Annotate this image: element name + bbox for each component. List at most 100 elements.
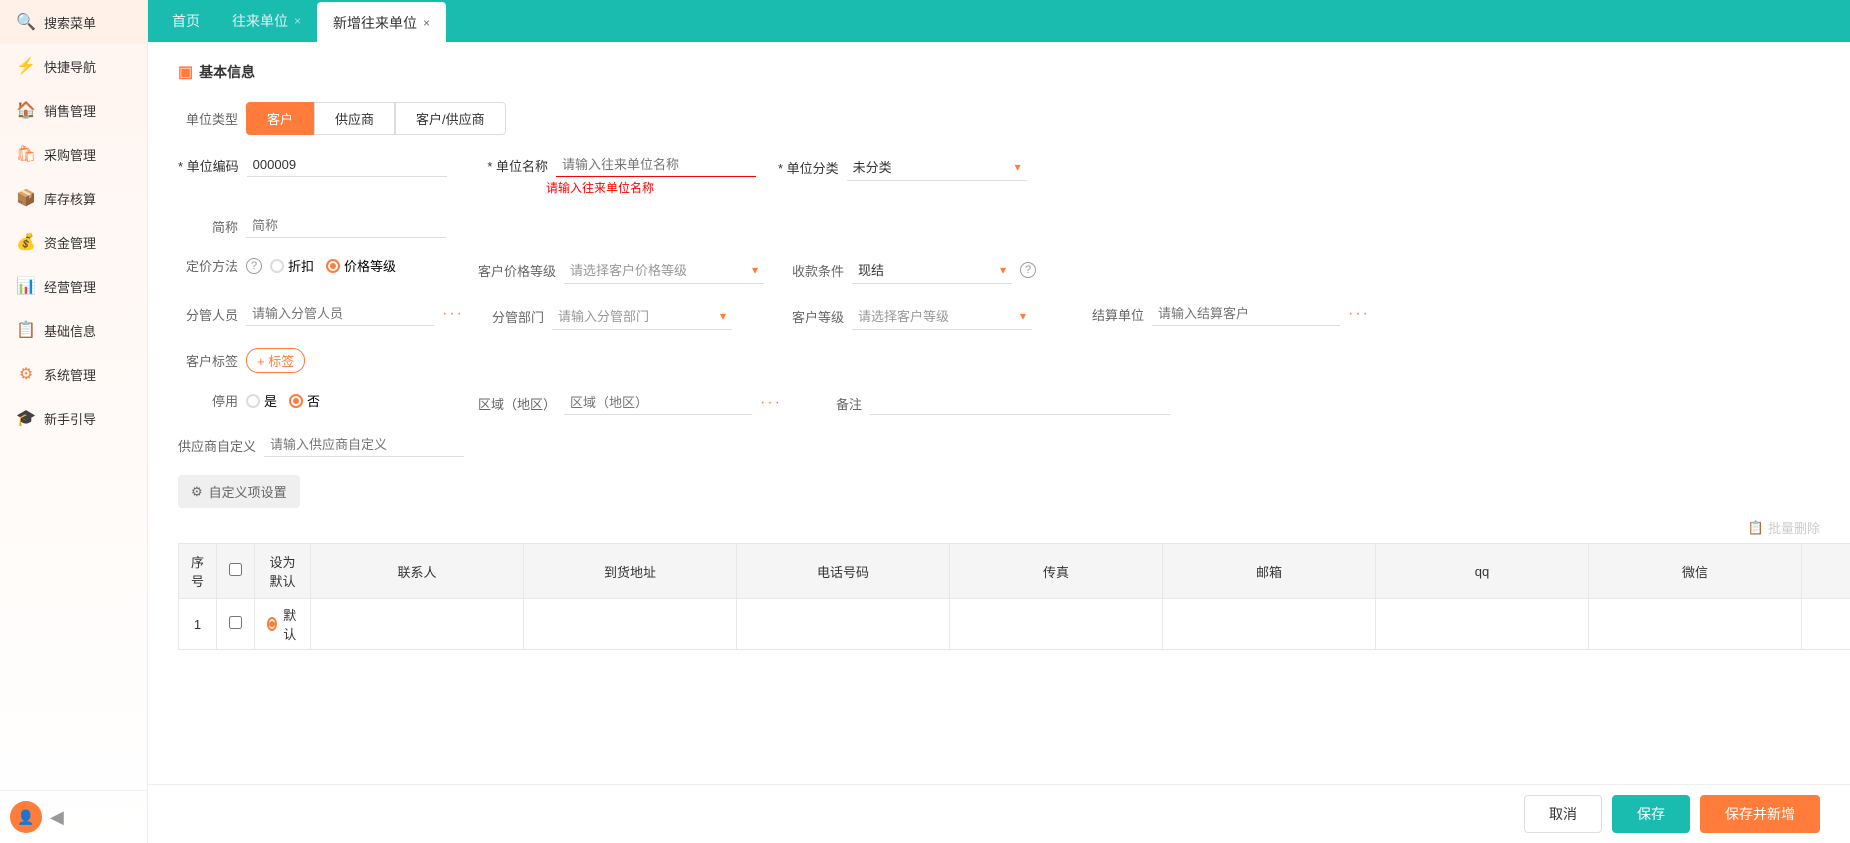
sidebar-label-sales: 销售管理 [44,101,96,120]
sidebar-label-operations: 经营管理 [44,277,96,296]
sidebar-item-inventory[interactable]: 📦 库存核算 [0,176,147,220]
row-email[interactable] [1163,599,1376,650]
unit-name-input[interactable] [556,153,756,177]
pricing-help-icon[interactable]: ? [246,258,262,274]
tab-new-partner-close[interactable]: × [423,16,430,30]
sidebar-collapse-icon[interactable]: ◀ [50,807,64,828]
col-checkbox [217,544,255,599]
department-select[interactable]: 请输入分管部门 ▾ [552,302,732,330]
unit-category-value: 未分类 [853,157,1011,176]
table-row: 1 默认 [179,599,1850,650]
row-fax-input[interactable] [962,613,1150,636]
row-fax[interactable] [950,599,1163,650]
settlement-input[interactable] [1152,302,1340,326]
row-contact[interactable] [311,599,524,650]
save-and-new-button[interactable]: 保存并新增 [1700,795,1820,833]
customer-price-group: 客户价格等级 请选择客户价格等级 ▾ [478,256,764,284]
settlement-dots[interactable]: ··· [1348,305,1370,323]
col-seq: 序号 [179,544,217,599]
tab-partners-close[interactable]: × [294,14,301,28]
supplier-custom-input[interactable] [264,433,464,457]
sidebar-item-sales[interactable]: 🏠 销售管理 [0,88,147,132]
radio-discount[interactable]: 折扣 [270,256,314,275]
manager-group: 分管人员 ··· [178,302,464,326]
disabled-radio-group: 是 否 [246,391,320,410]
sidebar-item-quick-nav[interactable]: ⚡ 快捷导航 [0,44,147,88]
radio-price-level[interactable]: 价格等级 [326,256,396,275]
user-avatar[interactable]: 👤 [10,801,42,833]
table-section: ⚙ 自定义项设置 📋 批量删除 序号 设为默认 联系人 到货地址 电话号码 传真 [178,475,1820,650]
pricing-label: 定价方法 [178,256,238,275]
manager-input[interactable] [246,302,434,326]
save-button[interactable]: 保存 [1612,795,1690,833]
sidebar-bottom: 👤 ◀ [0,790,147,843]
btn-supplier[interactable]: 供应商 [314,102,395,135]
region-label: 区域（地区） [478,394,556,413]
row-checkbox[interactable] [229,616,242,629]
row-phone-input[interactable] [749,613,937,636]
batch-delete-label: 批量删除 [1768,518,1820,537]
payment-terms-select[interactable]: 现结 ▾ [852,256,1012,284]
btn-customer[interactable]: 客户 [246,102,314,135]
sidebar-item-basic[interactable]: 📋 基础信息 [0,308,147,352]
tab-new-partner[interactable]: 新增往来单位 × [317,2,446,44]
cancel-button[interactable]: 取消 [1524,795,1602,833]
section-title-text: 基本信息 [199,62,255,82]
row-email-input[interactable] [1175,613,1363,636]
tag-label: 客户标签 [178,351,238,370]
customer-level-chevron: ▾ [1020,309,1026,323]
unit-code-label: * 单位编码 [178,156,239,175]
unit-category-select[interactable]: 未分类 ▾ [847,153,1027,181]
disabled-row: 停用 是 否 区域（地区） ··· 备注 [178,391,1820,415]
row-phone[interactable] [737,599,950,650]
settings-gear-icon: ⚙ [191,484,203,500]
short-name-input[interactable] [246,214,446,238]
sidebar-item-guide[interactable]: 🎓 新手引导 [0,396,147,440]
row-wechat-input[interactable] [1601,613,1789,636]
tab-home[interactable]: 首页 [156,0,216,42]
region-dots[interactable]: ··· [760,394,782,412]
window-close-button[interactable]: × [1823,411,1834,432]
row-qq-input[interactable] [1388,613,1576,636]
operations-icon: 📊 [16,276,36,296]
row-default-radio[interactable]: 默认 [267,605,298,643]
sidebar-item-finance[interactable]: 💰 资金管理 [0,220,147,264]
select-all-checkbox[interactable] [229,563,242,576]
row-address[interactable] [524,599,737,650]
radio-yes[interactable]: 是 [246,391,277,410]
payment-terms-help[interactable]: ? [1020,262,1036,278]
row-address-input[interactable] [536,613,724,636]
row-qq[interactable] [1376,599,1589,650]
department-label: 分管部门 [484,307,544,326]
add-tag-button[interactable]: + 标签 [246,348,305,373]
sidebar-item-system[interactable]: ⚙ 系统管理 [0,352,147,396]
sidebar-label-finance: 资金管理 [44,233,96,252]
tag-group: 客户标签 + 标签 [178,348,458,373]
region-input[interactable] [564,391,752,415]
radio-no[interactable]: 否 [289,391,320,410]
unit-category-group: * 单位分类 未分类 ▾ [778,153,1058,181]
sidebar-item-purchase[interactable]: 🛍 采购管理 [0,132,147,176]
remark-input[interactable] [870,391,1170,415]
row-region-input[interactable] [1814,613,1850,636]
unit-name-error: 请输入往来单位名称 [546,179,758,196]
sidebar-item-operations[interactable]: 📊 经营管理 [0,264,147,308]
row-default-label: 默认 [281,605,298,643]
sidebar-item-search[interactable]: 🔍 搜索菜单 [0,0,147,44]
col-phone: 电话号码 [737,544,950,599]
manager-dots[interactable]: ··· [442,305,464,323]
row-contact-input[interactable] [323,613,511,636]
tab-new-partner-label: 新增往来单位 [333,13,417,33]
finance-icon: 💰 [16,232,36,252]
tab-partners[interactable]: 往来单位 × [216,0,317,42]
radio-price-level-label: 价格等级 [344,256,396,275]
btn-both[interactable]: 客户/供应商 [395,102,506,135]
customer-price-select[interactable]: 请选择客户价格等级 ▾ [564,256,764,284]
row-region[interactable] [1802,599,1850,650]
unit-code-input[interactable] [247,153,447,177]
customer-level-select[interactable]: 请选择客户等级 ▾ [852,302,1032,330]
row-wechat[interactable] [1589,599,1802,650]
custom-settings-button[interactable]: ⚙ 自定义项设置 [178,475,300,508]
radio-yes-circle [246,394,260,408]
remark-group: 备注 [802,391,1170,415]
